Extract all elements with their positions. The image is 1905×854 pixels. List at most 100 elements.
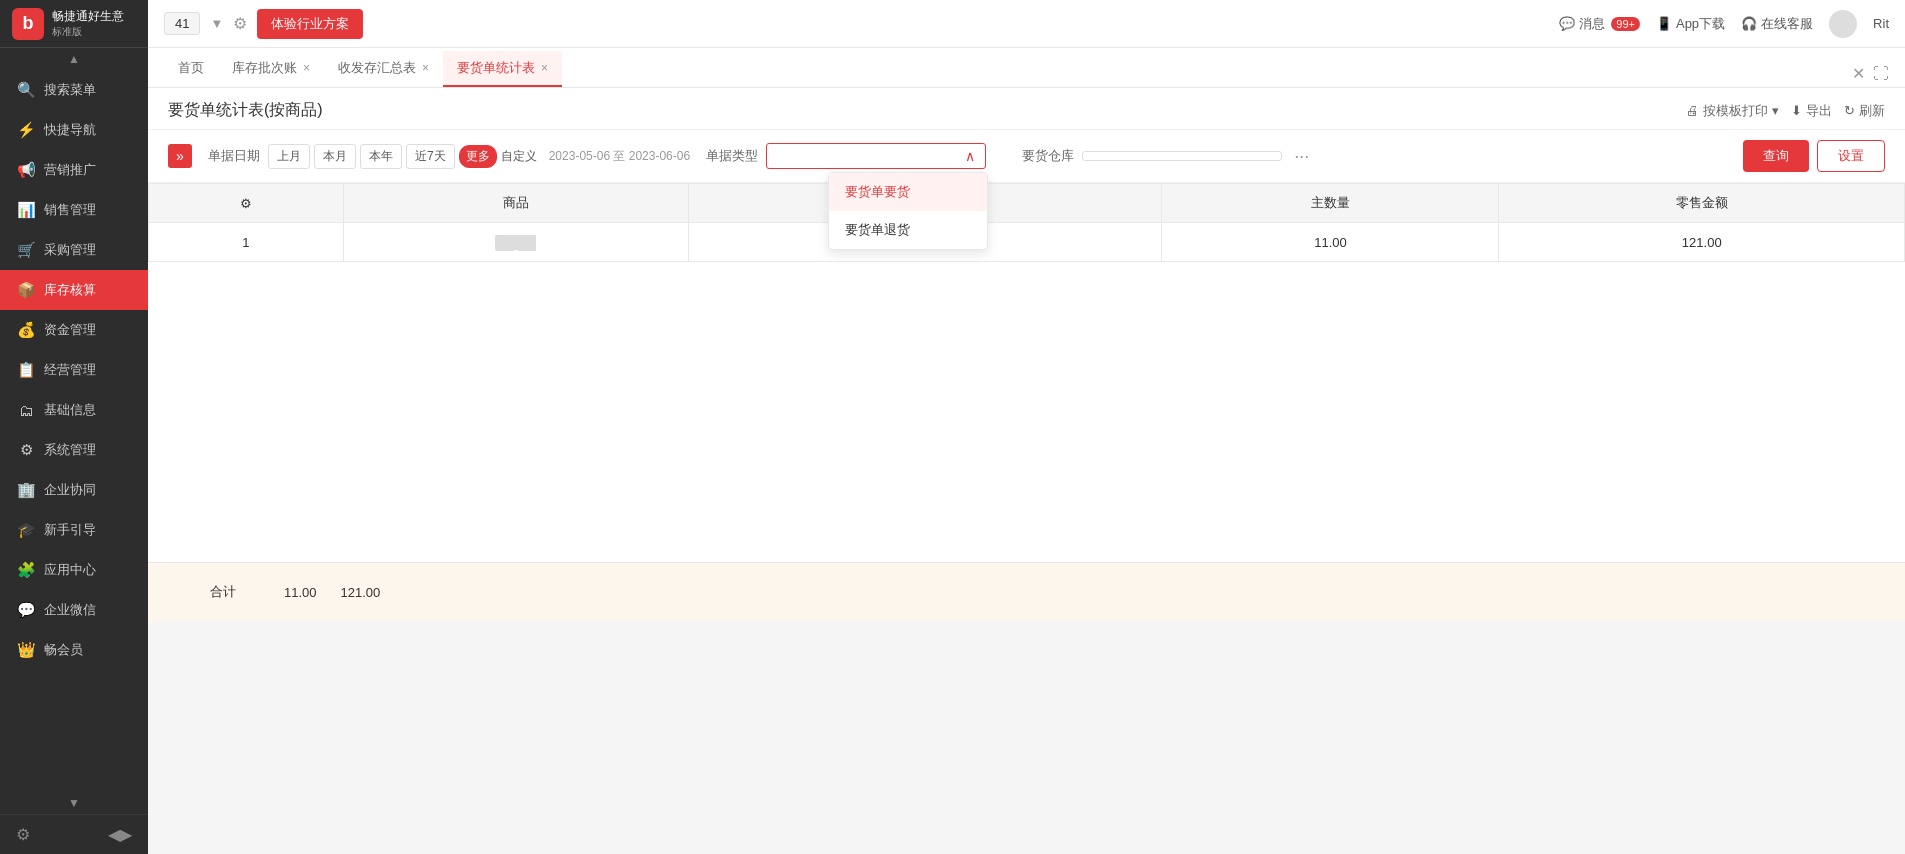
app-download-item[interactable]: 📱 App下载	[1656, 15, 1725, 33]
sidebar-item-label: 经营管理	[44, 361, 96, 379]
sidebar-item-member[interactable]: 👑 畅会员	[0, 630, 148, 670]
sidebar-item-finance[interactable]: 💰 资金管理	[0, 310, 148, 350]
expand-icon: »	[176, 148, 184, 164]
tab-receivable[interactable]: 收发存汇总表 ×	[324, 51, 443, 87]
warehouse-input[interactable]	[1082, 151, 1282, 161]
footer-label: 合计	[198, 573, 248, 611]
tab-home[interactable]: 首页	[164, 51, 218, 87]
header-right: 💬 消息 99+ 📱 App下载 🎧 在线客服 Rit	[1559, 10, 1889, 38]
row-index: 1	[149, 223, 344, 262]
sidebar-item-label: 基础信息	[44, 401, 96, 419]
sidebar-item-label: 营销推广	[44, 161, 96, 179]
sidebar-item-search[interactable]: 🔍 搜索菜单	[0, 70, 148, 110]
tabs-bar: 首页 库存批次账 × 收发存汇总表 × 要货单统计表 × ✕ ⛶	[148, 48, 1905, 88]
sidebar-bottom: ⚙ ◀▶	[0, 814, 148, 854]
sidebar-nav: 🔍 搜索菜单 ⚡ 快捷导航 📢 营销推广 📊 销售管理 🛒 采购管理 📦 库存核…	[0, 70, 148, 792]
tab-label: 库存批次账	[232, 59, 297, 77]
filter-actions: 查询 设置	[1743, 140, 1885, 172]
sidebar-scroll-down[interactable]: ▼	[0, 792, 148, 814]
export-label: 导出	[1806, 102, 1832, 120]
online-service-item[interactable]: 🎧 在线客服	[1741, 15, 1813, 33]
app-download-label: App下载	[1676, 15, 1725, 33]
date-btn-more[interactable]: 更多	[459, 145, 497, 168]
sidebar-item-label: 库存核算	[44, 281, 96, 299]
print-action[interactable]: 🖨 按模板打印 ▾	[1686, 102, 1779, 120]
export-action[interactable]: ⬇ 导出	[1791, 102, 1832, 120]
page-content: 要货单统计表(按商品) 🖨 按模板打印 ▾ ⬇ 导出 ↻ 刷新	[148, 88, 1905, 854]
type-select-box[interactable]: ∧	[766, 143, 986, 169]
sidebar-item-purchase[interactable]: 🛒 采购管理	[0, 230, 148, 270]
sidebar-item-enterprise[interactable]: 🏢 企业协同	[0, 470, 148, 510]
type-select-arrow: ∧	[965, 148, 975, 164]
sidebar-scroll-up[interactable]: ▲	[0, 48, 148, 70]
date-btn-last-month[interactable]: 上月	[268, 144, 310, 169]
footer-empty2	[248, 582, 272, 602]
search-icon: 🔍	[16, 81, 36, 99]
sidebar-item-inventory[interactable]: 📦 库存核算	[0, 270, 148, 310]
settings-button[interactable]: 设置	[1817, 140, 1885, 172]
header-settings-icon[interactable]: ⚙	[233, 14, 247, 33]
sidebar-item-label: 销售管理	[44, 201, 96, 219]
date-btn-this-month[interactable]: 本月	[314, 144, 356, 169]
maximize-icon[interactable]: ⛶	[1873, 65, 1889, 83]
sidebar-item-basic[interactable]: 🗂 基础信息	[0, 390, 148, 430]
tab-close-order-stat[interactable]: ×	[541, 61, 548, 75]
warehouse-label: 要货仓库	[1022, 147, 1074, 165]
close-all-icon[interactable]: ✕	[1852, 64, 1865, 83]
tabs-actions: ✕ ⛶	[1852, 64, 1889, 87]
sidebar-item-label: 系统管理	[44, 441, 96, 459]
avatar[interactable]	[1829, 10, 1857, 38]
sidebar-item-shortcut[interactable]: ⚡ 快捷导航	[0, 110, 148, 150]
sales-icon: 📊	[16, 201, 36, 219]
tab-label: 要货单统计表	[457, 59, 535, 77]
col-settings[interactable]: ⚙	[149, 184, 344, 223]
col-amount: 零售金额	[1499, 184, 1905, 223]
date-filter-group: 单据日期 上月 本月 本年 近7天 更多 自定义 2023-05-06 至 20…	[208, 144, 690, 169]
tab-batch[interactable]: 库存批次账 ×	[218, 51, 324, 87]
purchase-icon: 🛒	[16, 241, 36, 259]
date-btn-7days[interactable]: 近7天	[406, 144, 455, 169]
expand-filter-button[interactable]: »	[168, 144, 192, 168]
collapse-sidebar-icon[interactable]: ◀▶	[108, 825, 132, 844]
app-name: 畅捷通好生意	[52, 8, 124, 25]
tab-dropdown-icon[interactable]: ▼	[210, 16, 223, 31]
footer-row: 合计 11.00 121.00	[148, 562, 1905, 621]
date-shortcuts: 上月 本月 本年 近7天 更多 自定义	[268, 144, 537, 169]
finance-icon: 💰	[16, 321, 36, 339]
operation-icon: 📋	[16, 361, 36, 379]
sidebar-item-appstore[interactable]: 🧩 应用中心	[0, 550, 148, 590]
sidebar: b 畅捷通好生意 标准版 ▲ 🔍 搜索菜单 ⚡ 快捷导航 📢 营销推广 📊 销售…	[0, 0, 148, 854]
column-settings-icon[interactable]: ⚙	[240, 196, 252, 211]
messages-item[interactable]: 💬 消息 99+	[1559, 15, 1640, 33]
sidebar-item-marketing[interactable]: 📢 营销推广	[0, 150, 148, 190]
col-quantity: 主数量	[1162, 184, 1499, 223]
dropdown-item-order[interactable]: 要货单要货	[829, 173, 987, 211]
app-logo: b 畅捷通好生意 标准版	[0, 0, 148, 48]
footer-empty1	[148, 582, 198, 602]
marketing-icon: 📢	[16, 161, 36, 179]
row-amount: 121.00	[1499, 223, 1905, 262]
sidebar-item-sales[interactable]: 📊 销售管理	[0, 190, 148, 230]
sidebar-item-operation[interactable]: 📋 经营管理	[0, 350, 148, 390]
row-product: ██ ██	[343, 223, 688, 262]
sidebar-item-wechat[interactable]: 💬 企业微信	[0, 590, 148, 630]
messages-label: 消息	[1579, 15, 1605, 33]
date-custom-btn[interactable]: 自定义	[501, 148, 537, 165]
dropdown-item-return[interactable]: 要货单退货	[829, 211, 987, 249]
sidebar-item-system[interactable]: ⚙ 系统管理	[0, 430, 148, 470]
settings-icon[interactable]: ⚙	[16, 825, 30, 844]
query-button[interactable]: 查询	[1743, 140, 1809, 172]
tab-close-batch[interactable]: ×	[303, 61, 310, 75]
more-filters-btn[interactable]: ···	[1294, 146, 1309, 167]
warehouse-filter-group: 要货仓库 ···	[1022, 146, 1309, 167]
tab-close-receivable[interactable]: ×	[422, 61, 429, 75]
print-dropdown-icon: ▾	[1772, 103, 1779, 118]
date-btn-this-year[interactable]: 本年	[360, 144, 402, 169]
enterprise-icon: 🏢	[16, 481, 36, 499]
trial-button[interactable]: 体验行业方案	[257, 9, 363, 39]
sidebar-item-newbie[interactable]: 🎓 新手引导	[0, 510, 148, 550]
basic-icon: 🗂	[16, 402, 36, 419]
refresh-action[interactable]: ↻ 刷新	[1844, 102, 1885, 120]
tab-order-stat[interactable]: 要货单统计表 ×	[443, 51, 562, 87]
data-table: ⚙ 商品 主计量单位 主数量 零	[148, 183, 1905, 262]
